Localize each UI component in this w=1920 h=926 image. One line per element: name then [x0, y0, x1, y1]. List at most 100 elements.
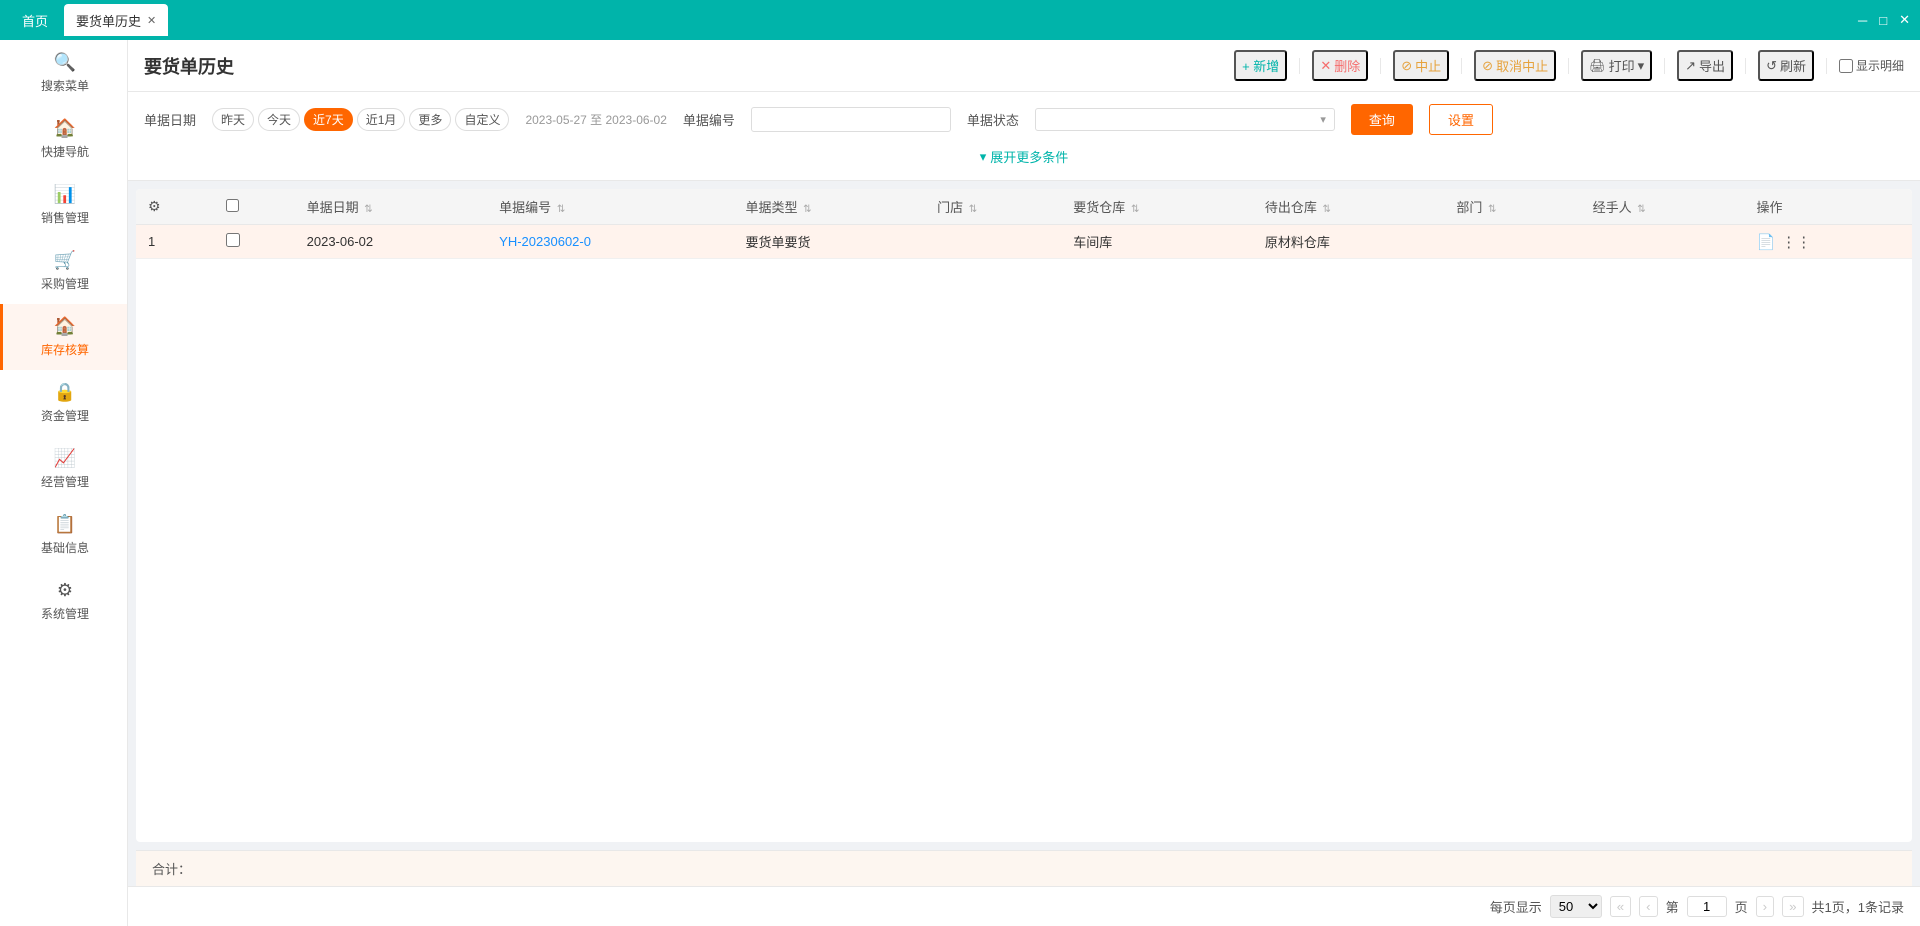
- toolbar-divider-3: [1461, 58, 1462, 74]
- expand-more-btn[interactable]: ▾ 展开更多条件: [144, 143, 1904, 174]
- select-all-checkbox[interactable]: [226, 199, 239, 212]
- sort-icon-store: ⇅: [969, 204, 977, 215]
- sidebar-item-finance[interactable]: 🔒 资金管理: [0, 370, 127, 436]
- window-minimize-btn[interactable]: ─: [1858, 13, 1867, 28]
- delete-label: 删除: [1334, 56, 1360, 75]
- sidebar-item-basic[interactable]: 📋 基础信息: [0, 502, 127, 568]
- delete-button[interactable]: ✕ 删除: [1312, 50, 1368, 81]
- date-btn-7days[interactable]: 近7天: [304, 108, 353, 131]
- col-doc-type[interactable]: 单据类型 ⇅: [734, 189, 926, 225]
- last-page-btn[interactable]: »: [1782, 896, 1803, 917]
- sidebar-item-finance-label: 资金管理: [41, 407, 89, 424]
- col-handler[interactable]: 经手人 ⇅: [1581, 189, 1745, 225]
- filter-area: 单据日期 昨天 今天 近7天 近1月 更多 自定义 2023-05-27 至 2…: [128, 92, 1920, 181]
- pagination-bar: 每页显示 10 20 50 100 « ‹ 第 页 › » 共1页，1条记录: [128, 886, 1920, 926]
- doc-status-filter-label: 单据状态: [967, 110, 1019, 129]
- date-btn-today[interactable]: 今天: [258, 108, 300, 131]
- date-btn-1month[interactable]: 近1月: [357, 108, 406, 131]
- toolbar-divider-2: [1380, 58, 1381, 74]
- col-ops-label: 操作: [1757, 200, 1783, 215]
- inventory-icon: 🏠: [54, 316, 76, 337]
- sidebar-item-inventory[interactable]: 🏠 库存核算: [0, 304, 127, 370]
- row-checkbox[interactable]: [226, 233, 240, 247]
- col-store[interactable]: 门店 ⇅: [925, 189, 1061, 225]
- page-size-select[interactable]: 10 20 50 100: [1550, 895, 1602, 918]
- sidebar-item-basic-label: 基础信息: [41, 539, 89, 556]
- col-dept-label: 部门: [1456, 200, 1482, 215]
- current-page-input[interactable]: [1687, 896, 1727, 917]
- tab-history-label: 要货单历史: [76, 11, 141, 30]
- doc-no-link[interactable]: YH-20230602-0: [499, 234, 591, 249]
- refresh-button[interactable]: ↺ 刷新: [1758, 50, 1814, 81]
- cancel-stop-button[interactable]: ⊘ 取消中止: [1474, 50, 1556, 81]
- set-button[interactable]: 设置: [1429, 104, 1493, 135]
- tab-home[interactable]: 首页: [10, 4, 60, 36]
- sidebar-item-quick-nav-label: 快捷导航: [41, 143, 89, 160]
- cell-doc-type: 要货单要货: [734, 225, 926, 259]
- summary-label: 合计：: [152, 859, 191, 878]
- tab-history[interactable]: 要货单历史 ✕: [64, 4, 168, 36]
- sidebar-item-search[interactable]: 🔍 搜索菜单: [0, 40, 127, 106]
- date-btn-more[interactable]: 更多: [409, 108, 451, 131]
- edit-icon[interactable]: 📄: [1757, 233, 1776, 251]
- data-table: ⚙ 单据日期 ⇅ 单据编号 ⇅: [136, 189, 1912, 259]
- table-footer: 合计：: [136, 850, 1912, 886]
- date-filter-label: 单据日期: [144, 110, 196, 129]
- display-detail-checkbox[interactable]: [1839, 59, 1853, 73]
- date-range-text: 2023-05-27 至 2023-06-02: [525, 111, 666, 128]
- window-maximize-btn[interactable]: □: [1879, 13, 1887, 28]
- main-layout: 🔍 搜索菜单 🏠 快捷导航 📊 销售管理 🛒 采购管理 🏠 库存核算 🔒 资金管…: [0, 40, 1920, 926]
- window-close-btn[interactable]: ✕: [1899, 12, 1910, 28]
- cancel-stop-icon: ⊘: [1482, 58, 1493, 74]
- new-button[interactable]: + 新增: [1234, 50, 1287, 81]
- prev-page-btn[interactable]: ‹: [1639, 896, 1657, 917]
- top-bar: 首页 要货单历史 ✕ ─ □ ✕: [0, 0, 1920, 40]
- cell-pending-warehouse: 原材料仓库: [1253, 225, 1445, 259]
- op-icons: 📄 ⋮⋮: [1757, 233, 1901, 251]
- cell-req-warehouse: 车间库: [1061, 225, 1253, 259]
- tab-history-close[interactable]: ✕: [147, 14, 156, 27]
- col-dept[interactable]: 部门 ⇅: [1444, 189, 1580, 225]
- col-req-warehouse[interactable]: 要货仓库 ⇅: [1061, 189, 1253, 225]
- doc-no-input[interactable]: [751, 107, 951, 132]
- date-btn-yesterday[interactable]: 昨天: [212, 108, 254, 131]
- sort-icon-handler: ⇅: [1637, 204, 1645, 215]
- col-pending-warehouse[interactable]: 待出仓库 ⇅: [1253, 189, 1445, 225]
- refresh-label: 刷新: [1780, 56, 1806, 75]
- doc-status-select[interactable]: ▾: [1035, 108, 1335, 131]
- first-page-btn[interactable]: «: [1610, 896, 1631, 917]
- page-total-text: 共1页，1条记录: [1812, 897, 1904, 916]
- col-doc-no[interactable]: 单据编号 ⇅: [487, 189, 733, 225]
- sidebar-item-search-label: 搜索菜单: [41, 77, 89, 94]
- display-detail-toggle[interactable]: 显示明细: [1839, 57, 1904, 74]
- sidebar-item-sales[interactable]: 📊 销售管理: [0, 172, 127, 238]
- sort-icon-doc-date: ⇅: [364, 204, 372, 215]
- date-btn-custom[interactable]: 自定义: [455, 108, 509, 131]
- col-doc-date[interactable]: 单据日期 ⇅: [295, 189, 488, 225]
- lock-icon: 🔒: [54, 382, 76, 403]
- per-page-label: 每页显示: [1490, 897, 1542, 916]
- toolbar-divider-6: [1745, 58, 1746, 74]
- print-button[interactable]: 🖨 打印 ▾: [1581, 50, 1652, 81]
- col-doc-no-label: 单据编号: [499, 200, 551, 215]
- column-settings-icon[interactable]: ⚙: [148, 198, 161, 214]
- page-end-label: 页: [1735, 897, 1748, 916]
- more-ops-icon[interactable]: ⋮⋮: [1781, 233, 1811, 251]
- sidebar-item-purchase[interactable]: 🛒 采购管理: [0, 238, 127, 304]
- col-store-label: 门店: [937, 200, 963, 215]
- doc-type-value: 要货单要货: [746, 235, 811, 250]
- cell-num: 1: [136, 225, 214, 259]
- export-label: 导出: [1699, 56, 1725, 75]
- sidebar-item-system[interactable]: ⚙ 系统管理: [0, 568, 127, 634]
- stop-button[interactable]: ⊘ 中止: [1393, 50, 1449, 81]
- toolbar-divider-1: [1299, 58, 1300, 74]
- doc-status-dropdown-icon: ▾: [1320, 113, 1326, 126]
- next-page-btn[interactable]: ›: [1756, 896, 1774, 917]
- sidebar-item-operation-label: 经营管理: [41, 473, 89, 490]
- sidebar-item-operation[interactable]: 📈 经营管理: [0, 436, 127, 502]
- sidebar-item-sales-label: 销售管理: [41, 209, 89, 226]
- query-button[interactable]: 查询: [1351, 104, 1413, 135]
- export-button[interactable]: ↗ 导出: [1677, 50, 1733, 81]
- home-icon: 🏠: [54, 118, 76, 139]
- sidebar-item-quick-nav[interactable]: 🏠 快捷导航: [0, 106, 127, 172]
